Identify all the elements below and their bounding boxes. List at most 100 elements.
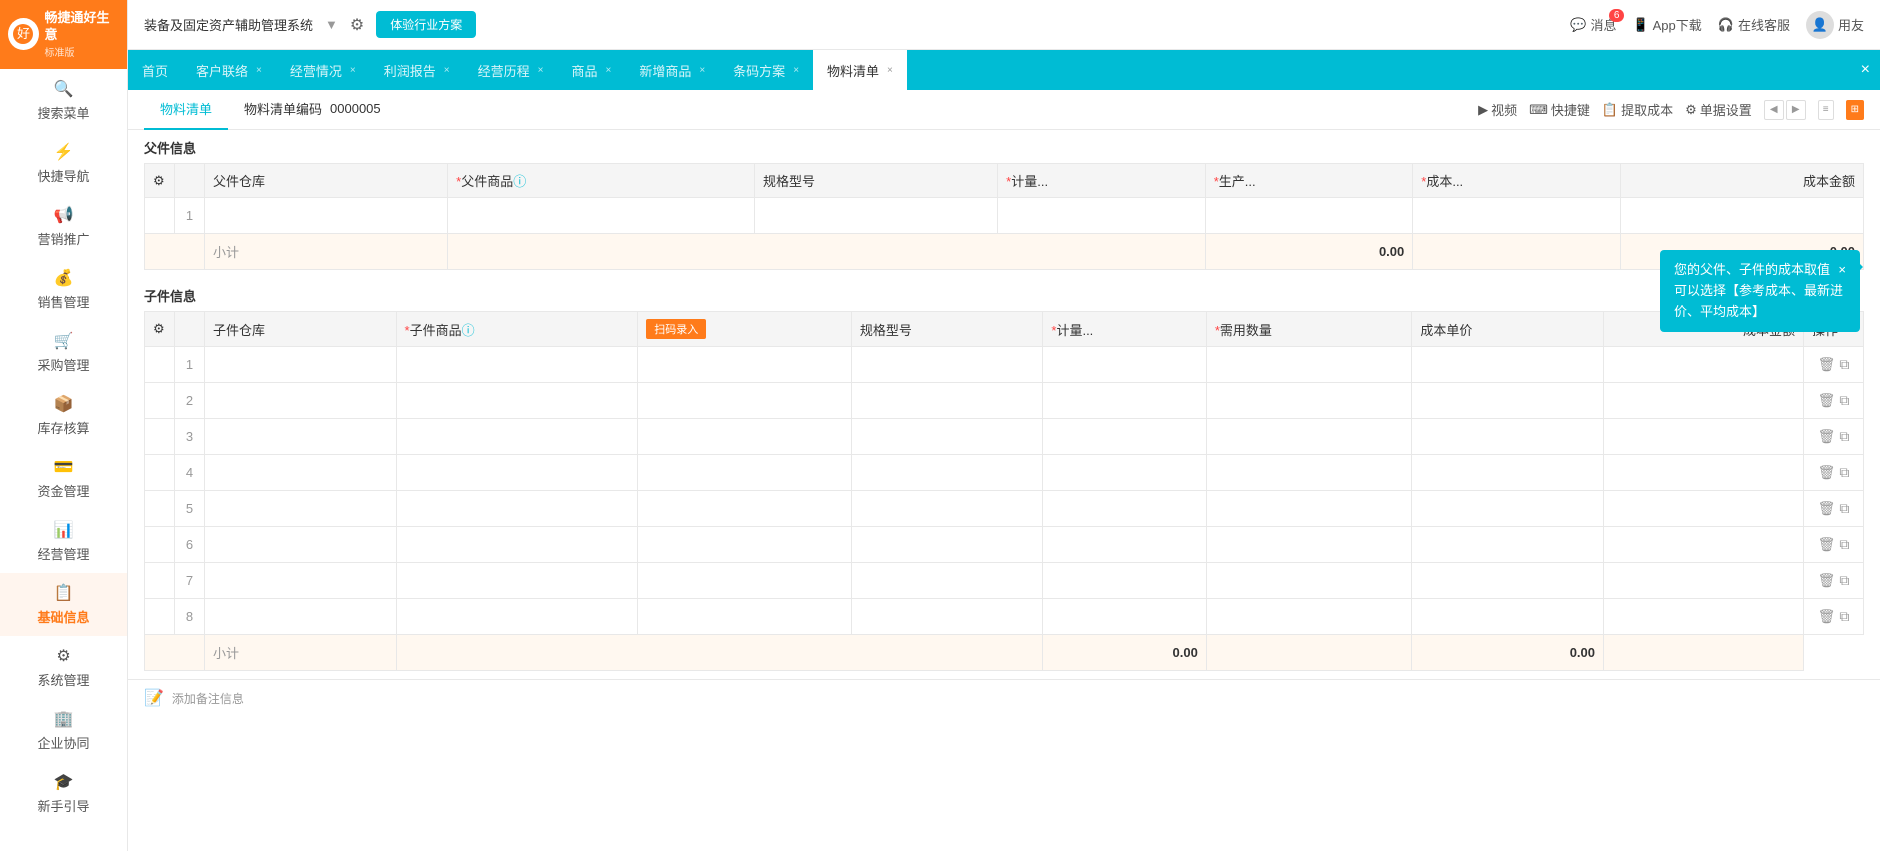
close-icon[interactable]: × — [605, 65, 611, 76]
shortcut-action[interactable]: ⌨ 快捷键 — [1529, 100, 1590, 119]
child-row2-unit[interactable] — [1043, 383, 1206, 419]
delete-icon[interactable]: 🗑 — [1818, 356, 1836, 373]
app-download-action[interactable]: 📱 App下载 — [1632, 15, 1701, 34]
sidebar-item-guide[interactable]: 🎓 新手引导 — [0, 762, 127, 825]
copy-icon[interactable]: ⧉ — [1839, 464, 1849, 481]
guide-icon: 🎓 — [54, 772, 74, 792]
user-action[interactable]: 👤 用友 — [1806, 11, 1864, 39]
child-row1-product[interactable] — [396, 347, 638, 383]
close-icon[interactable]: × — [538, 65, 544, 76]
settings-icon[interactable]: ⚙ — [350, 15, 364, 35]
sidebar-item-search[interactable]: 🔍 搜索菜单 — [0, 69, 127, 132]
tooltip-close-button[interactable]: × — [1838, 260, 1846, 281]
tab-operations[interactable]: 经营情况 × — [276, 50, 370, 90]
video-icon: ▶ — [1478, 102, 1488, 118]
tab-product[interactable]: 商品 × — [557, 50, 625, 90]
nav-close-all-button[interactable]: × — [1851, 61, 1880, 79]
parent-row1-amount — [1620, 198, 1863, 234]
sidebar-item-finance[interactable]: 💳 资金管理 — [0, 447, 127, 510]
close-icon[interactable]: × — [699, 65, 705, 76]
close-icon[interactable]: × — [887, 65, 893, 76]
delete-icon[interactable]: 🗑 — [1818, 536, 1836, 553]
child-row2-product[interactable] — [396, 383, 638, 419]
avatar: 👤 — [1806, 11, 1834, 39]
sidebar-item-system[interactable]: ⚙ 系统管理 — [0, 636, 127, 699]
doc-settings-icon: ⚙ — [1685, 102, 1697, 118]
expand-btn[interactable]: ⊞ — [1846, 100, 1864, 120]
parent-row1-produce[interactable] — [1205, 198, 1413, 234]
bottom-bar: 📝 添加备注信息 — [128, 679, 1880, 716]
delete-icon[interactable]: 🗑 — [1818, 608, 1836, 625]
child-row1-qty[interactable] — [1206, 347, 1412, 383]
close-icon[interactable]: × — [256, 65, 262, 76]
message-action[interactable]: 💬 消息 6 — [1570, 15, 1616, 34]
delete-icon[interactable]: 🗑 — [1818, 572, 1836, 589]
sidebar-item-marketing[interactable]: 📢 营销推广 — [0, 195, 127, 258]
copy-icon[interactable]: ⧉ — [1839, 536, 1849, 553]
sidebar-item-inventory[interactable]: 📦 库存核算 — [0, 384, 127, 447]
parent-row1-product[interactable] — [448, 198, 755, 234]
sub-tab-bom-list[interactable]: 物料清单 — [144, 90, 228, 130]
online-service-action[interactable]: 🎧 在线客服 — [1718, 15, 1790, 34]
topbar-actions: 💬 消息 6 📱 App下载 🎧 在线客服 👤 用友 — [1570, 11, 1864, 39]
child-row2-warehouse[interactable] — [205, 383, 397, 419]
sidebar-item-sales[interactable]: 💰 销售管理 — [0, 258, 127, 321]
child-row1-warehouse[interactable] — [205, 347, 397, 383]
trial-button[interactable]: 体验行业方案 — [376, 11, 476, 38]
parent-col-settings[interactable]: ⚙ — [145, 164, 175, 198]
child-row-6: 6 🗑⧉ — [145, 527, 1864, 563]
tab-customer[interactable]: 客户联络 × — [182, 50, 276, 90]
child-row2-spec[interactable] — [851, 383, 1043, 419]
doc-settings-action[interactable]: ⚙ 单据设置 — [1685, 100, 1752, 119]
child-row1-spec[interactable] — [851, 347, 1043, 383]
scan-button[interactable]: 扫码录入 — [646, 319, 706, 339]
sidebar-item-quicknav[interactable]: ⚡ 快捷导航 — [0, 132, 127, 195]
close-icon[interactable]: × — [793, 65, 799, 76]
close-icon[interactable]: × — [350, 65, 356, 76]
sidebar-item-operations[interactable]: 📊 经营管理 — [0, 510, 127, 573]
parent-col-amount: 成本金额 — [1620, 164, 1863, 198]
parent-row1-spec[interactable] — [755, 198, 998, 234]
tab-home[interactable]: 首页 — [128, 50, 182, 90]
prev-arrow[interactable]: ◀ — [1764, 100, 1784, 120]
child-row1-unit-cost[interactable] — [1412, 347, 1604, 383]
sidebar-item-basic-info[interactable]: 📋 基础信息 — [0, 573, 127, 636]
delete-icon[interactable]: 🗑 — [1818, 464, 1836, 481]
copy-icon[interactable]: ⧉ — [1839, 500, 1849, 517]
parent-row1-warehouse[interactable] — [205, 198, 448, 234]
copy-icon[interactable]: ⧉ — [1839, 572, 1849, 589]
bottom-bar-text: 添加备注信息 — [172, 690, 244, 707]
tab-barcode[interactable]: 条码方案 × — [719, 50, 813, 90]
child-row-1: 1 🗑⧉ — [145, 347, 1864, 383]
child-col-settings[interactable]: ⚙ — [145, 312, 175, 347]
parent-row1-cost[interactable] — [1413, 198, 1621, 234]
tab-bom[interactable]: 物料清单 × — [813, 50, 907, 90]
parent-row1-unit[interactable] — [998, 198, 1206, 234]
child-row2-qty[interactable] — [1206, 383, 1412, 419]
menu-btn[interactable]: ≡ — [1818, 100, 1834, 120]
child-row4-actions: 🗑⧉ — [1804, 455, 1864, 491]
tab-profit[interactable]: 利润报告 × — [370, 50, 464, 90]
tab-new-product[interactable]: 新增商品 × — [625, 50, 719, 90]
child-row2-unit-cost[interactable] — [1412, 383, 1604, 419]
child-row1-unit[interactable] — [1043, 347, 1206, 383]
child-col-scan[interactable]: 扫码录入 — [638, 312, 852, 347]
parent-subtotal-label: 小计 — [205, 234, 448, 270]
sidebar-item-enterprise[interactable]: 🏢 企业协同 — [0, 699, 127, 762]
tab-history[interactable]: 经营历程 × — [464, 50, 558, 90]
delete-icon[interactable]: 🗑 — [1818, 500, 1836, 517]
copy-icon[interactable]: ⧉ — [1839, 392, 1849, 409]
sidebar-item-purchase[interactable]: 🛒 采购管理 — [0, 321, 127, 384]
copy-icon[interactable]: ⧉ — [1839, 428, 1849, 445]
close-icon[interactable]: × — [444, 65, 450, 76]
next-arrow[interactable]: ▶ — [1786, 100, 1806, 120]
child-row7-actions: 🗑⧉ — [1804, 563, 1864, 599]
child-subtotal-qty: 0.00 — [1043, 635, 1206, 671]
delete-icon[interactable]: 🗑 — [1818, 392, 1836, 409]
copy-icon[interactable]: ⧉ — [1839, 356, 1849, 373]
dropdown-arrow[interactable]: ▼ — [325, 17, 338, 32]
video-action[interactable]: ▶ 视频 — [1478, 100, 1517, 119]
copy-icon[interactable]: ⧉ — [1839, 608, 1849, 625]
delete-icon[interactable]: 🗑 — [1818, 428, 1836, 445]
extract-cost-action[interactable]: 📋 提取成本 — [1602, 100, 1673, 119]
